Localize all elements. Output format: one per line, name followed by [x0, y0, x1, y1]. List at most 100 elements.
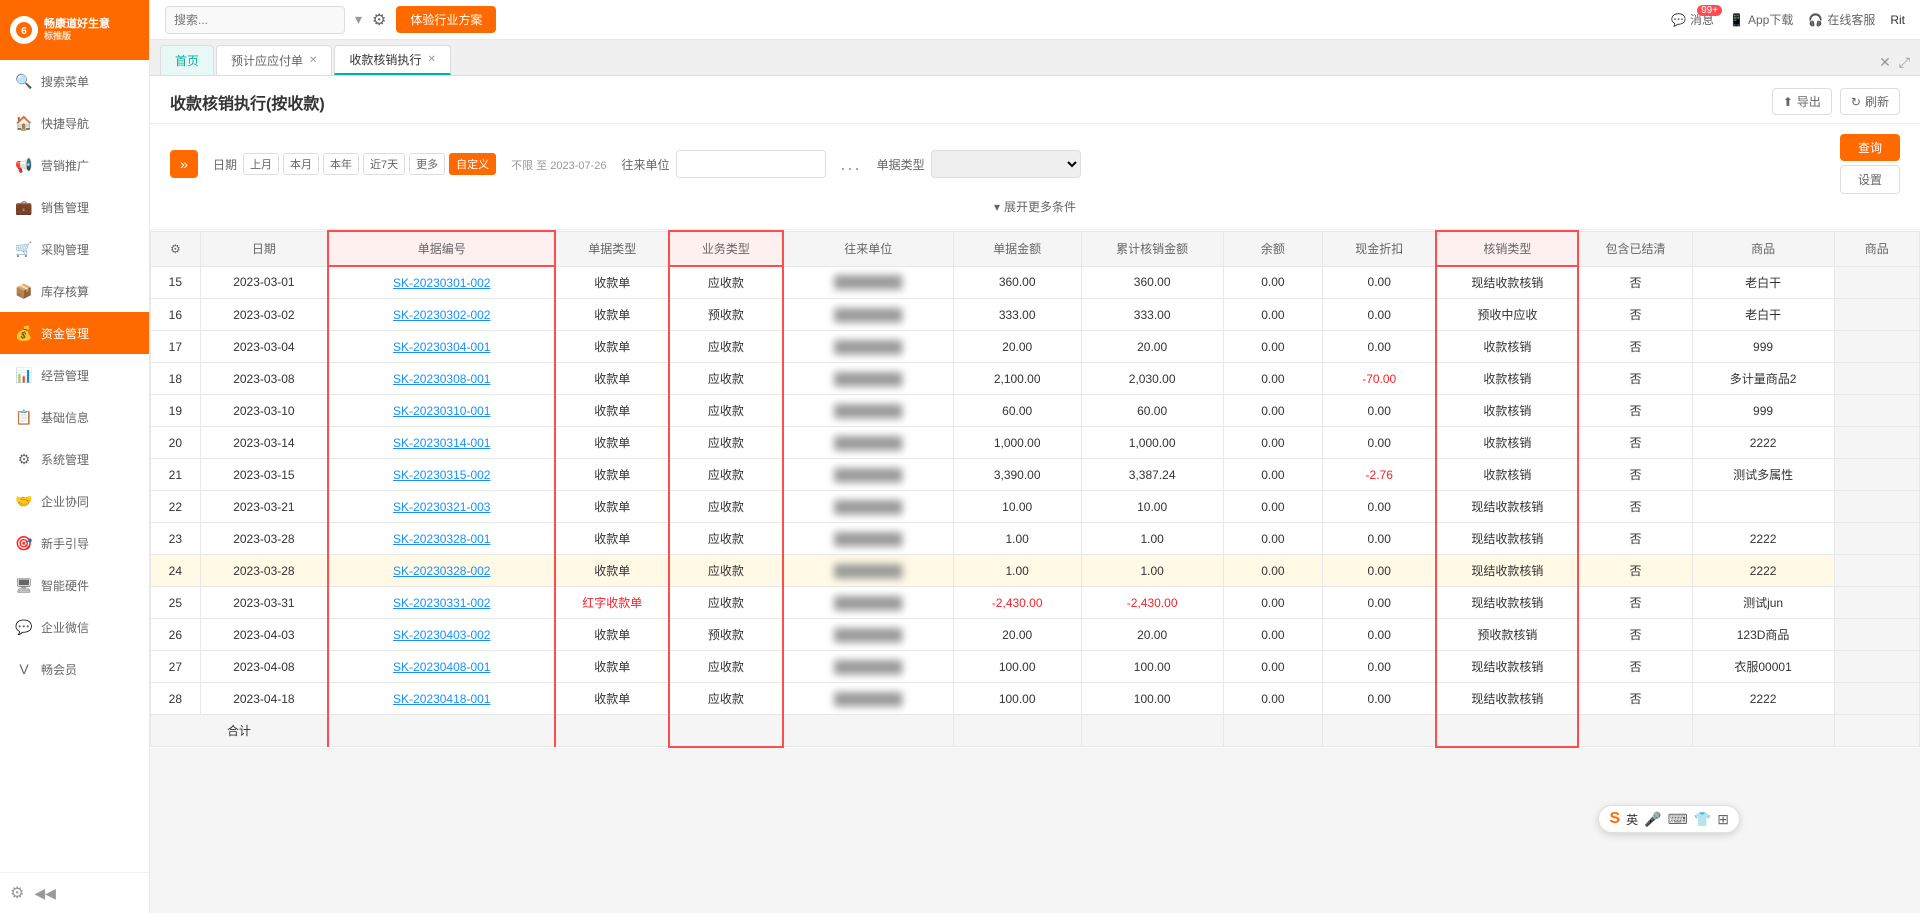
sidebar-item-finance[interactable]: 💰资金管理 — [0, 312, 149, 354]
cell-doctype: 收款单 — [555, 331, 669, 363]
ime-s-icon[interactable]: S — [1609, 810, 1620, 828]
cell-discount: -2.76 — [1323, 459, 1437, 491]
dropdown-icon[interactable]: ▾ — [355, 11, 362, 28]
date-last-month[interactable]: 上月 — [243, 153, 279, 175]
sidebar-item-corp[interactable]: 🤝企业协同 — [0, 480, 149, 522]
ime-grid-icon[interactable]: ⊞ — [1717, 811, 1729, 828]
table-row: 19 2023-03-10 SK-20230310-001 收款单 应收款 ██… — [151, 395, 1920, 427]
date-7days[interactable]: 近7天 — [363, 153, 405, 175]
code-link[interactable]: SK-20230302-002 — [393, 308, 490, 322]
cell-balance: 0.00 — [1223, 683, 1322, 715]
cell-amount: 20.00 — [953, 619, 1081, 651]
tab-home[interactable]: 首页 — [160, 45, 214, 75]
total-label: 合计 — [151, 715, 329, 747]
code-link[interactable]: SK-20230310-001 — [393, 404, 490, 418]
cell-settled: 否 — [1578, 683, 1692, 715]
date-this-year[interactable]: 本年 — [323, 153, 359, 175]
code-link[interactable]: SK-20230321-003 — [393, 500, 490, 514]
topbar-search-box — [165, 6, 345, 34]
sidebar-item-member[interactable]: V畅会员 — [0, 648, 149, 690]
expand-more-button[interactable]: ▾ 展开更多条件 — [170, 194, 1900, 219]
cell-settled: 否 — [1578, 331, 1692, 363]
col-balance-header: 余额 — [1223, 231, 1322, 266]
cell-partner: ████████ — [783, 587, 954, 619]
sidebar-label-wechat: 企业微信 — [41, 619, 89, 636]
cell-date: 2023-04-18 — [200, 683, 328, 715]
filter-date-buttons: 上月 本月 本年 近7天 更多 自定义 — [243, 153, 496, 175]
sidebar-item-purchase[interactable]: 🛒采购管理 — [0, 228, 149, 270]
sidebar-item-guide[interactable]: 🎯新手引导 — [0, 522, 149, 564]
sidebar-item-basic[interactable]: 📋基础信息 — [0, 396, 149, 438]
ime-keyboard-icon[interactable]: ⌨ — [1668, 811, 1688, 828]
code-link[interactable]: SK-20230301-002 — [393, 276, 490, 290]
message-button[interactable]: 💬 消息 99+ — [1671, 11, 1714, 28]
code-link[interactable]: SK-20230315-002 — [393, 468, 490, 482]
date-more[interactable]: 更多 — [409, 153, 445, 175]
cell-discount: 0.00 — [1323, 266, 1437, 299]
ime-shirt-icon[interactable]: 👕 — [1694, 811, 1711, 828]
code-link[interactable]: SK-20230314-001 — [393, 436, 490, 450]
cell-cumulative: 2,030.00 — [1081, 363, 1223, 395]
cell-goods: 123D商品 — [1692, 619, 1834, 651]
code-link[interactable]: SK-20230408-001 — [393, 660, 490, 674]
export-button[interactable]: ⬆ 导出 — [1772, 88, 1832, 115]
code-link[interactable]: SK-20230331-002 — [393, 596, 490, 610]
topbar-gear-icon[interactable]: ⚙ — [372, 10, 386, 30]
code-link[interactable]: SK-20230308-001 — [393, 372, 490, 386]
sidebar-label-guide: 新手引导 — [41, 535, 89, 552]
sidebar-item-hardware[interactable]: 🖥智能硬件 — [0, 564, 149, 606]
filter-type-label: 单据类型 — [877, 156, 925, 173]
settings-icon[interactable]: ⚙ — [10, 883, 24, 903]
solution-button[interactable]: 体验行业方案 — [396, 6, 496, 33]
type-select[interactable] — [931, 150, 1081, 178]
cell-amount: 10.00 — [953, 491, 1081, 523]
code-link[interactable]: SK-20230328-001 — [393, 532, 490, 546]
cell-settled: 否 — [1578, 523, 1692, 555]
col-settings-header[interactable]: ⚙ — [151, 231, 201, 266]
tab-close-all-icon[interactable]: ✕ — [1879, 54, 1891, 71]
sidebar-item-wechat[interactable]: 💬企业微信 — [0, 606, 149, 648]
date-custom[interactable]: 自定义 — [449, 153, 496, 175]
system-icon: ⚙ — [15, 450, 33, 468]
app-download-button[interactable]: 📱 App下载 — [1729, 11, 1793, 28]
cell-doctype: 收款单 — [555, 555, 669, 587]
sidebar-item-sales[interactable]: 💼销售管理 — [0, 186, 149, 228]
code-link[interactable]: SK-20230418-001 — [393, 692, 490, 706]
sidebar-item-marketing[interactable]: 📢营销推广 — [0, 144, 149, 186]
tab-current[interactable]: 收款核销执行 ✕ — [334, 45, 450, 75]
date-this-month[interactable]: 本月 — [283, 153, 319, 175]
ime-eng-label[interactable]: 英 — [1626, 811, 1638, 828]
tab-pending[interactable]: 预计应应付单 ✕ — [216, 45, 332, 75]
partner-blurred: ████████ — [834, 660, 902, 674]
code-link[interactable]: SK-20230328-002 — [393, 564, 490, 578]
sidebar-item-search[interactable]: 🔍搜索菜单 — [0, 60, 149, 102]
tab-maximize-icon[interactable]: ⤢ — [1899, 54, 1910, 71]
cell-no: 18 — [151, 363, 201, 395]
filter-toggle[interactable]: » — [170, 150, 198, 178]
cell-amount: 333.00 — [953, 299, 1081, 331]
tab-current-close[interactable]: ✕ — [427, 54, 435, 65]
cell-settled: 否 — [1578, 459, 1692, 491]
sidebar-item-operations[interactable]: 📊经营管理 — [0, 354, 149, 396]
col-code-header: 单据编号 — [328, 231, 555, 266]
tab-pending-close[interactable]: ✕ — [309, 55, 317, 66]
partner-input[interactable] — [676, 150, 826, 178]
online-service-button[interactable]: 🎧 在线客服 — [1808, 11, 1875, 28]
sidebar-item-system[interactable]: ⚙系统管理 — [0, 438, 149, 480]
collapse-icon[interactable]: ◀◀ — [34, 885, 56, 902]
cell-no: 26 — [151, 619, 201, 651]
refresh-button[interactable]: ↻ 刷新 — [1840, 88, 1900, 115]
query-button[interactable]: 查询 — [1840, 134, 1900, 161]
ime-mic-icon[interactable]: 🎤 — [1644, 811, 1661, 828]
sidebar-item-inventory[interactable]: 📦库存核算 — [0, 270, 149, 312]
code-link[interactable]: SK-20230304-001 — [393, 340, 490, 354]
sidebar-item-nav[interactable]: 🏠快捷导航 — [0, 102, 149, 144]
cell-code: SK-20230328-001 — [328, 523, 555, 555]
cell-amount: 3,390.00 — [953, 459, 1081, 491]
username-display[interactable]: Rit — [1890, 13, 1905, 27]
code-link[interactable]: SK-20230403-002 — [393, 628, 490, 642]
search-input[interactable] — [174, 13, 336, 27]
setting-button[interactable]: 设置 — [1840, 165, 1900, 194]
cell-partner: ████████ — [783, 459, 954, 491]
cell-no: 20 — [151, 427, 201, 459]
